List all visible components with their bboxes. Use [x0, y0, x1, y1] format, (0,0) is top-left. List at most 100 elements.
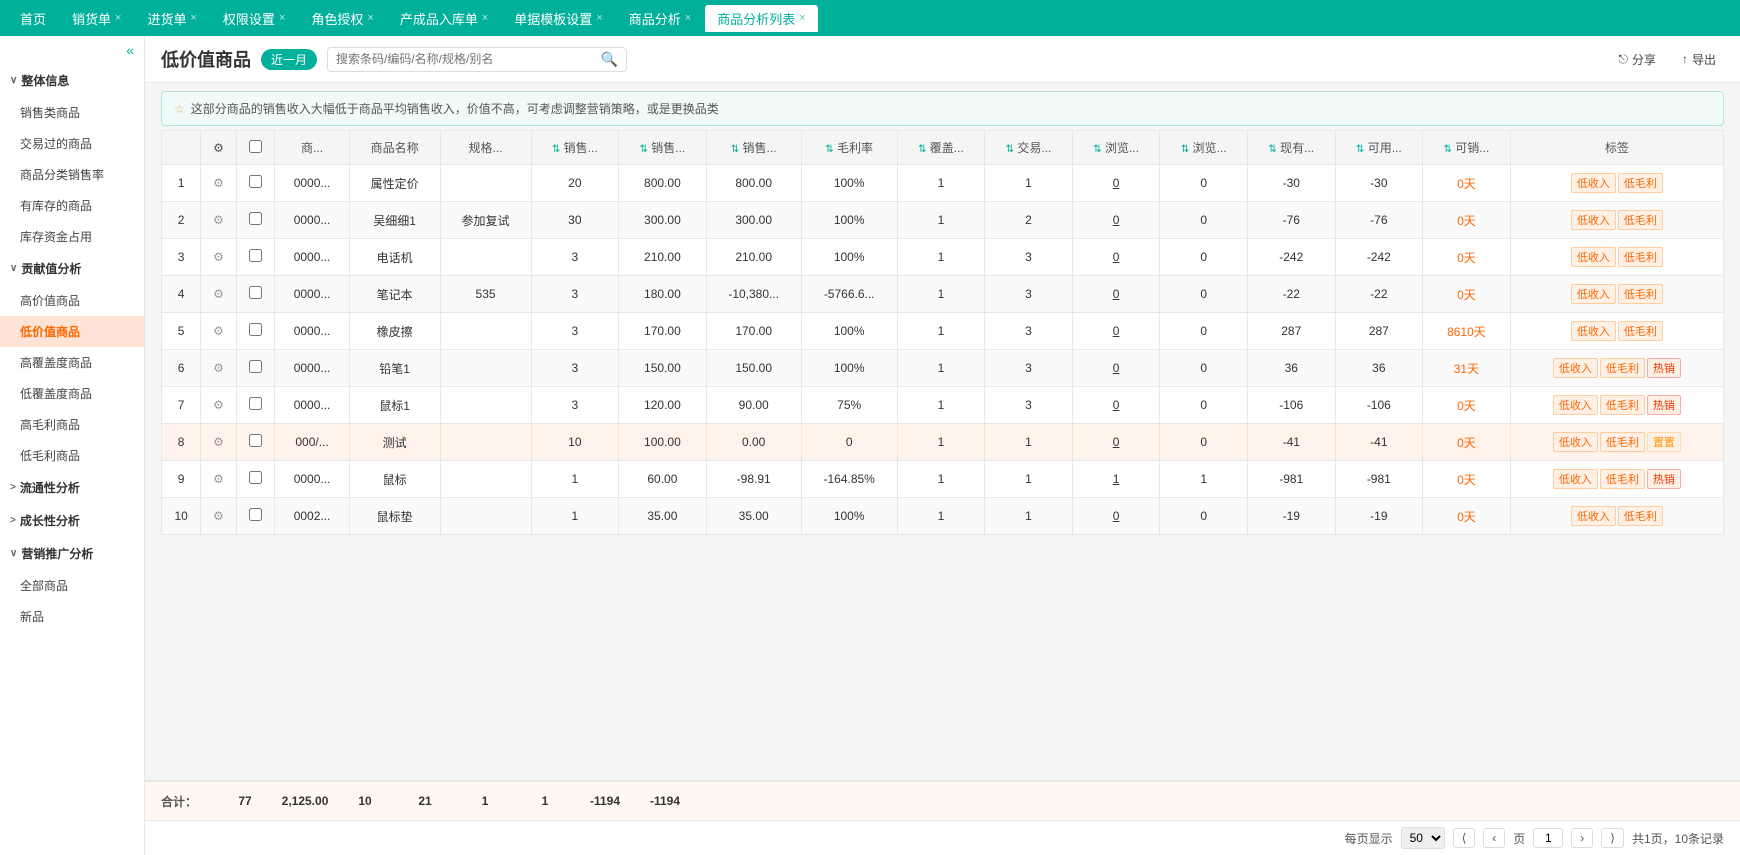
col-browse2[interactable]: ⇅ 浏览... — [1160, 131, 1248, 165]
col-name[interactable]: 商品名称 — [349, 131, 440, 165]
nav-item-进货单[interactable]: 进货单 × — [135, 5, 208, 32]
sidebar-section-整体信息[interactable]: ∨整体信息 — [0, 64, 144, 97]
first-page-button[interactable]: ⟨ — [1453, 828, 1476, 848]
nav-item-商品分析列表[interactable]: 商品分析列表 × — [705, 5, 817, 32]
row-checkbox[interactable] — [249, 434, 262, 447]
select-all-checkbox[interactable] — [249, 140, 262, 153]
col-browse1[interactable]: ⇅ 浏览... — [1072, 131, 1160, 165]
row-settings-icon[interactable]: ⚙ — [213, 213, 224, 227]
row-checkbox[interactable] — [249, 360, 262, 373]
browse1-link[interactable]: 0 — [1113, 398, 1120, 412]
nav-item-角色授权[interactable]: 角色授权 × — [299, 5, 385, 32]
sidebar-item-库存资金占用[interactable]: 库存资金占用 — [0, 221, 144, 252]
sidebar-item-商品分类销售率[interactable]: 商品分类销售率 — [0, 159, 144, 190]
browse1-link[interactable]: 0 — [1113, 176, 1120, 190]
nav-item-产成品入库单[interactable]: 产成品入库单 × — [388, 5, 500, 32]
row-settings-icon[interactable]: ⚙ — [213, 472, 224, 486]
sidebar-item-高覆盖度商品[interactable]: 高覆盖度商品 — [0, 347, 144, 378]
sidebar-section-贡献值分析[interactable]: ∨贡献值分析 — [0, 252, 144, 285]
nav-close-icon[interactable]: × — [190, 12, 196, 24]
col-spec[interactable]: 规格... — [440, 131, 531, 165]
row-settings-icon[interactable]: ⚙ — [213, 176, 224, 190]
settings-icon[interactable]: ⚙ — [213, 141, 224, 155]
sidebar-item-销售类商品[interactable]: 销售类商品 — [0, 97, 144, 128]
row-settings-icon[interactable]: ⚙ — [213, 435, 224, 449]
sidebar-item-低毛利商品[interactable]: 低毛利商品 — [0, 440, 144, 471]
filter-tag[interactable]: 近一月 — [261, 49, 317, 70]
cell-trade: 3 — [985, 239, 1073, 276]
browse1-link[interactable]: 1 — [1113, 472, 1120, 486]
cell-available: 36 — [1335, 350, 1423, 387]
col-sales_qty[interactable]: ⇅ 销售... — [531, 131, 619, 165]
search-icon[interactable]: 🔍 — [601, 51, 618, 68]
browse1-link[interactable]: 0 — [1113, 324, 1120, 338]
next-page-button[interactable]: › — [1571, 828, 1593, 848]
nav-close-icon[interactable]: × — [279, 12, 285, 24]
nav-item-销货单[interactable]: 销货单 × — [60, 5, 133, 32]
col-saleable[interactable]: ⇅ 可销... — [1423, 131, 1511, 165]
col-tag[interactable]: 标签 — [1510, 131, 1723, 165]
row-settings-icon[interactable]: ⚙ — [213, 361, 224, 375]
col-available[interactable]: ⇅ 可用... — [1335, 131, 1423, 165]
nav-close-icon[interactable]: × — [799, 12, 805, 24]
nav-item-商品分析[interactable]: 商品分析 × — [617, 5, 703, 32]
cell-name: 鼠标1 — [349, 387, 440, 424]
nav-close-icon[interactable]: × — [367, 12, 373, 24]
share-button[interactable]: ⎋ 分享 — [1610, 47, 1664, 72]
row-checkbox[interactable] — [249, 397, 262, 410]
sidebar-section-成长性分析[interactable]: >成长性分析 — [0, 504, 144, 537]
nav-close-icon[interactable]: × — [115, 12, 121, 24]
browse1-link[interactable]: 0 — [1113, 361, 1120, 375]
col-sales_amt[interactable]: ⇅ 销售... — [619, 131, 707, 165]
row-checkbox[interactable] — [249, 323, 262, 336]
search-input[interactable] — [336, 52, 595, 66]
export-button[interactable]: ↑ 导出 — [1674, 47, 1724, 72]
row-checkbox[interactable] — [249, 175, 262, 188]
row-settings-icon[interactable]: ⚙ — [213, 324, 224, 338]
row-checkbox[interactable] — [249, 471, 262, 484]
row-checkbox[interactable] — [249, 249, 262, 262]
col-sales_avg[interactable]: ⇅ 销售... — [706, 131, 801, 165]
cell-code: 000/... — [275, 424, 349, 461]
sidebar-item-高毛利商品[interactable]: 高毛利商品 — [0, 409, 144, 440]
browse1-link[interactable]: 0 — [1113, 287, 1120, 301]
browse1-link[interactable]: 0 — [1113, 213, 1120, 227]
nav-close-icon[interactable]: × — [482, 12, 488, 24]
col-cover[interactable]: ⇅ 覆盖... — [897, 131, 985, 165]
col-current[interactable]: ⇅ 现有... — [1247, 131, 1335, 165]
last-page-button[interactable]: ⟩ — [1601, 828, 1624, 848]
per-page-select[interactable]: 50 — [1401, 827, 1445, 849]
nav-item-权限设置[interactable]: 权限设置 × — [211, 5, 297, 32]
sidebar-item-有库存的商品[interactable]: 有库存的商品 — [0, 190, 144, 221]
browse1-link[interactable]: 0 — [1113, 435, 1120, 449]
cell-browse1: 0 — [1072, 276, 1160, 313]
col-margin[interactable]: ⇅ 毛利率 — [801, 131, 897, 165]
browse1-link[interactable]: 0 — [1113, 509, 1120, 523]
sidebar-item-交易过的商品[interactable]: 交易过的商品 — [0, 128, 144, 159]
sidebar-section-营销推广分析[interactable]: ∨营销推广分析 — [0, 537, 144, 570]
row-settings-icon[interactable]: ⚙ — [213, 287, 224, 301]
nav-close-icon[interactable]: × — [596, 12, 602, 24]
prev-page-button[interactable]: ‹ — [1483, 828, 1505, 848]
sidebar-item-低覆盖度商品[interactable]: 低覆盖度商品 — [0, 378, 144, 409]
row-settings-icon[interactable]: ⚙ — [213, 250, 224, 264]
sidebar-section-流通性分析[interactable]: >流通性分析 — [0, 471, 144, 504]
sidebar-item-低价值商品[interactable]: 低价值商品 — [0, 316, 144, 347]
col-trade[interactable]: ⇅ 交易... — [985, 131, 1073, 165]
col-code[interactable]: 商... — [275, 131, 349, 165]
row-settings-icon[interactable]: ⚙ — [213, 398, 224, 412]
page-number-input[interactable] — [1533, 828, 1563, 848]
row-checkbox[interactable] — [249, 508, 262, 521]
nav-item-首页[interactable]: 首页 — [8, 5, 58, 32]
sidebar-item-新品[interactable]: 新品 — [0, 601, 144, 632]
sidebar-item-高价值商品[interactable]: 高价值商品 — [0, 285, 144, 316]
row-checkbox[interactable] — [249, 286, 262, 299]
nav-item-单据模板设置[interactable]: 单据模板设置 × — [502, 5, 614, 32]
row-settings-icon[interactable]: ⚙ — [213, 509, 224, 523]
row-checkbox[interactable] — [249, 212, 262, 225]
nav-close-icon[interactable]: × — [685, 12, 691, 24]
sidebar-collapse-button[interactable]: « — [0, 36, 144, 64]
tag-badge: 置置 — [1647, 432, 1681, 452]
sidebar-item-全部商品[interactable]: 全部商品 — [0, 570, 144, 601]
browse1-link[interactable]: 0 — [1113, 250, 1120, 264]
